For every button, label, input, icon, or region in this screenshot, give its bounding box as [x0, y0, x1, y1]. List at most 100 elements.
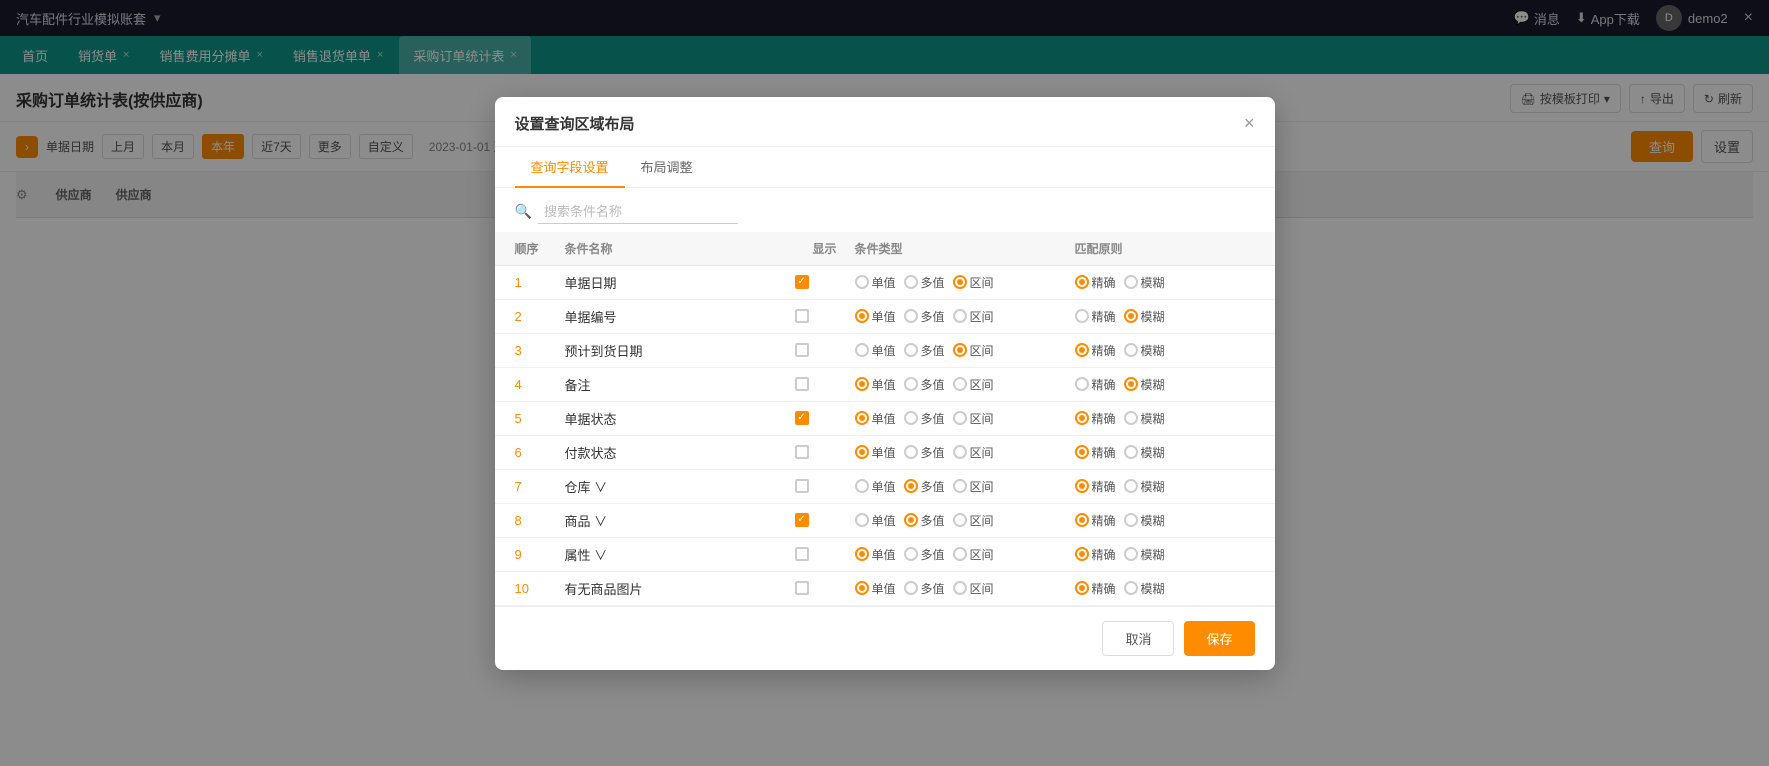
radio-match-item[interactable]: 精确 [1075, 444, 1116, 461]
radio-dot-icon [953, 411, 967, 425]
radio-match-item[interactable]: 模糊 [1124, 308, 1165, 325]
checkbox-icon[interactable] [795, 445, 809, 459]
radio-type-item[interactable]: 区间 [953, 308, 994, 325]
radio-dot-icon [1075, 309, 1089, 323]
checkbox-icon[interactable] [795, 581, 809, 595]
row-condition-name: 单据日期 [565, 273, 795, 292]
row-show-checkbox[interactable] [795, 581, 855, 595]
radio-type-item[interactable]: 单值 [855, 478, 896, 495]
dialog-tab-layout[interactable]: 布局调整 [625, 147, 709, 188]
dialog-table-header: 顺序 条件名称 显示 条件类型 匹配原则 [495, 232, 1275, 266]
radio-type-item[interactable]: 区间 [953, 546, 994, 563]
row-show-checkbox[interactable] [795, 445, 855, 459]
dialog-header: 设置查询区域布局 × [495, 97, 1275, 147]
radio-type-item[interactable]: 单值 [855, 546, 896, 563]
radio-type-item[interactable]: 单值 [855, 410, 896, 427]
radio-type-item[interactable]: 区间 [953, 580, 994, 597]
radio-match-item[interactable]: 模糊 [1124, 512, 1165, 529]
radio-type-item[interactable]: 单值 [855, 444, 896, 461]
row-show-checkbox[interactable] [795, 513, 855, 527]
radio-match-item[interactable]: 精确 [1075, 546, 1116, 563]
radio-match-item[interactable]: 模糊 [1124, 546, 1165, 563]
radio-type-item[interactable]: 区间 [953, 410, 994, 427]
radio-type-item[interactable]: 多值 [904, 376, 945, 393]
row-show-checkbox[interactable] [795, 547, 855, 561]
row-order: 5 [515, 411, 565, 426]
row-match-options: 精确模糊 [1075, 342, 1255, 359]
radio-match-item[interactable]: 精确 [1075, 274, 1116, 291]
dialog-tab-query-fields[interactable]: 查询字段设置 [515, 147, 625, 188]
save-button[interactable]: 保存 [1184, 621, 1254, 656]
radio-type-item[interactable]: 单值 [855, 376, 896, 393]
radio-type-item[interactable]: 区间 [953, 342, 994, 359]
radio-match-item[interactable]: 模糊 [1124, 376, 1165, 393]
radio-type-item[interactable]: 多值 [904, 342, 945, 359]
checkbox-icon[interactable] [795, 411, 809, 425]
radio-match-item[interactable]: 精确 [1075, 512, 1116, 529]
dialog-close-button[interactable]: × [1244, 114, 1255, 132]
radio-type-item[interactable]: 区间 [953, 444, 994, 461]
radio-label: 模糊 [1141, 478, 1165, 495]
row-order: 6 [515, 445, 565, 460]
radio-dot-icon [855, 547, 869, 561]
radio-match-item[interactable]: 模糊 [1124, 342, 1165, 359]
row-order: 7 [515, 479, 565, 494]
row-show-checkbox[interactable] [795, 479, 855, 493]
radio-dot-icon [904, 513, 918, 527]
radio-match-item[interactable]: 精确 [1075, 580, 1116, 597]
radio-match-item[interactable]: 精确 [1075, 308, 1116, 325]
radio-type-item[interactable]: 单值 [855, 274, 896, 291]
radio-type-item[interactable]: 多值 [904, 444, 945, 461]
radio-dot-icon [855, 275, 869, 289]
radio-type-item[interactable]: 单值 [855, 580, 896, 597]
radio-match-item[interactable]: 模糊 [1124, 444, 1165, 461]
th-cond-name: 条件名称 [565, 240, 795, 257]
radio-type-item[interactable]: 多值 [904, 478, 945, 495]
checkbox-icon[interactable] [795, 377, 809, 391]
row-show-checkbox[interactable] [795, 377, 855, 391]
radio-dot-icon [953, 479, 967, 493]
checkbox-icon[interactable] [795, 479, 809, 493]
radio-match-item[interactable]: 精确 [1075, 410, 1116, 427]
radio-type-item[interactable]: 区间 [953, 512, 994, 529]
radio-dot-icon [1075, 275, 1089, 289]
radio-type-item[interactable]: 单值 [855, 512, 896, 529]
radio-type-item[interactable]: 区间 [953, 274, 994, 291]
row-show-checkbox[interactable] [795, 275, 855, 289]
dialog-tab-query-fields-label: 查询字段设置 [531, 160, 609, 175]
checkbox-icon[interactable] [795, 309, 809, 323]
radio-match-item[interactable]: 模糊 [1124, 580, 1165, 597]
cancel-button[interactable]: 取消 [1102, 621, 1174, 656]
radio-match-item[interactable]: 模糊 [1124, 478, 1165, 495]
radio-type-item[interactable]: 区间 [953, 478, 994, 495]
row-show-checkbox[interactable] [795, 309, 855, 323]
checkbox-icon[interactable] [795, 513, 809, 527]
radio-label: 单值 [872, 274, 896, 291]
radio-type-item[interactable]: 区间 [953, 376, 994, 393]
row-show-checkbox[interactable] [795, 411, 855, 425]
radio-dot-icon [1075, 377, 1089, 391]
radio-match-item[interactable]: 模糊 [1124, 410, 1165, 427]
radio-type-item[interactable]: 单值 [855, 308, 896, 325]
radio-match-item[interactable]: 模糊 [1124, 274, 1165, 291]
dialog-search-input[interactable] [538, 200, 738, 224]
radio-type-item[interactable]: 多值 [904, 308, 945, 325]
radio-type-item[interactable]: 多值 [904, 512, 945, 529]
radio-type-item[interactable]: 多值 [904, 410, 945, 427]
row-show-checkbox[interactable] [795, 343, 855, 357]
checkbox-icon[interactable] [795, 275, 809, 289]
radio-type-item[interactable]: 多值 [904, 546, 945, 563]
radio-dot-icon [1075, 581, 1089, 595]
radio-type-item[interactable]: 多值 [904, 580, 945, 597]
radio-type-item[interactable]: 多值 [904, 274, 945, 291]
radio-label: 模糊 [1141, 546, 1165, 563]
radio-label: 区间 [970, 308, 994, 325]
checkbox-icon[interactable] [795, 547, 809, 561]
row-order: 8 [515, 513, 565, 528]
checkbox-icon[interactable] [795, 343, 809, 357]
radio-label: 多值 [921, 444, 945, 461]
radio-type-item[interactable]: 单值 [855, 342, 896, 359]
radio-match-item[interactable]: 精确 [1075, 342, 1116, 359]
radio-match-item[interactable]: 精确 [1075, 478, 1116, 495]
radio-match-item[interactable]: 精确 [1075, 376, 1116, 393]
